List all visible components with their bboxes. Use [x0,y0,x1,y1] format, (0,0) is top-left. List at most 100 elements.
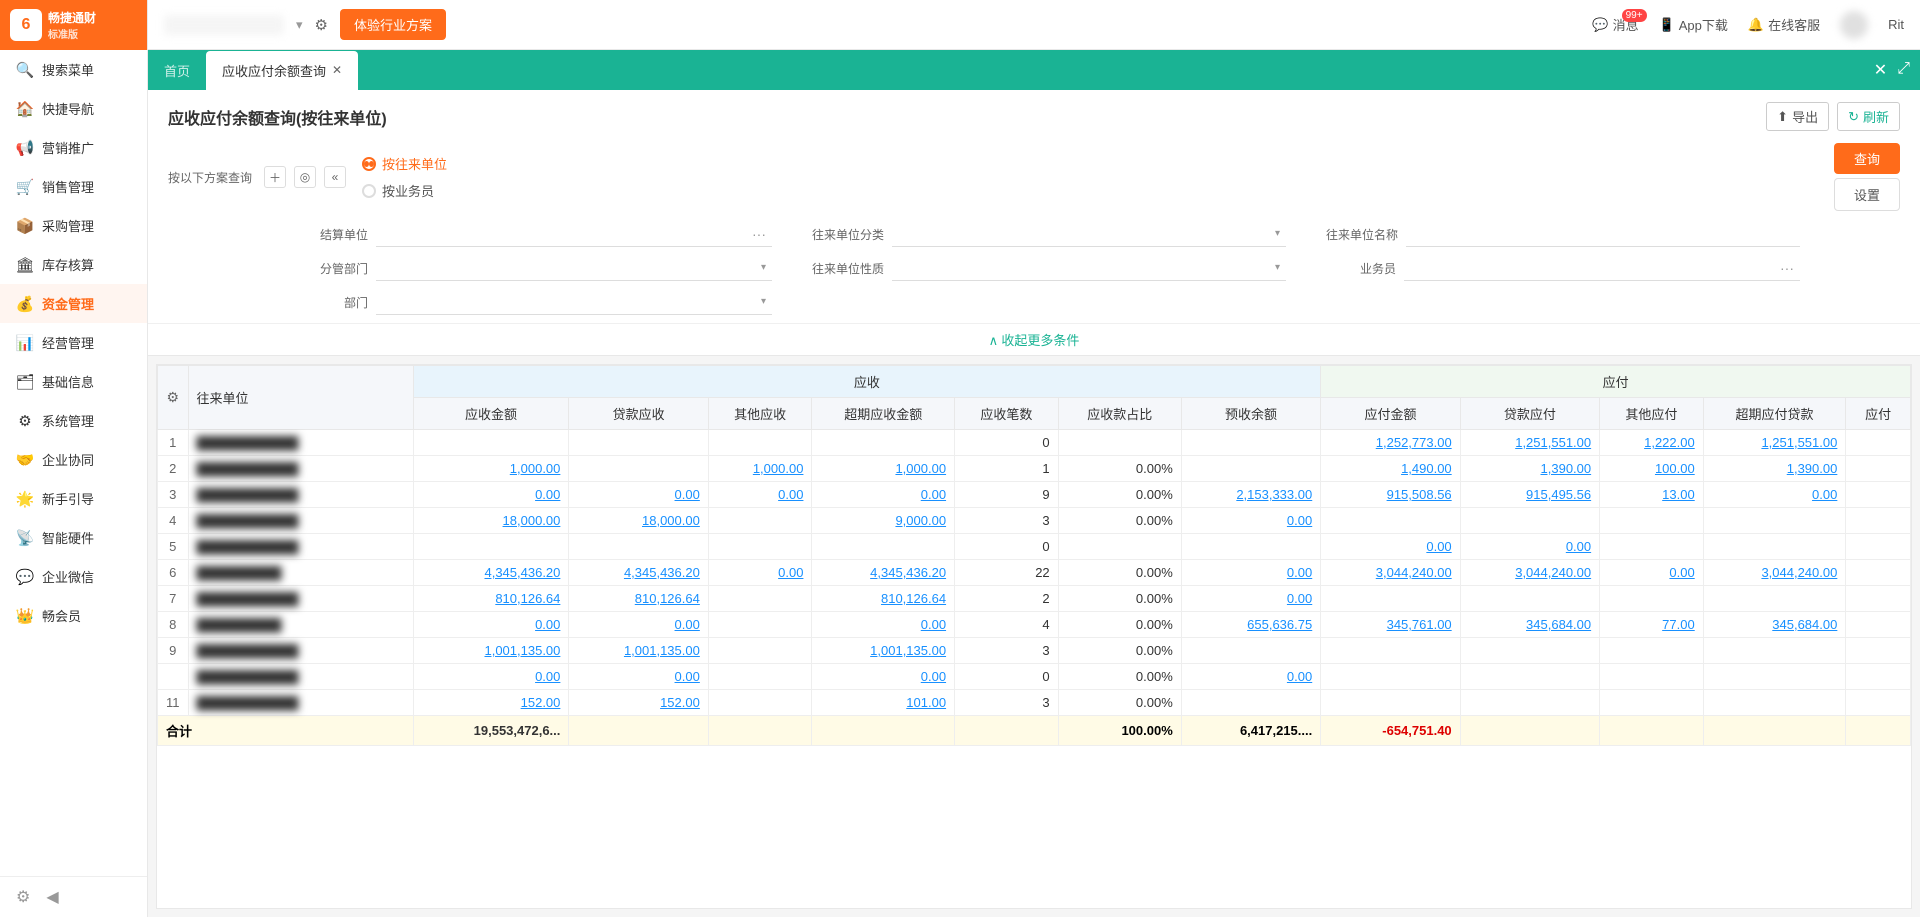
cell-ar_overdue[interactable]: 0.00 [812,664,955,690]
tab-home[interactable]: 首页 [148,51,206,90]
cell-ap_overdue[interactable]: 0.00 [1703,482,1846,508]
sidebar-item-wechat[interactable]: 💬企业微信 [0,557,147,596]
cell-ar_overdue[interactable]: 1,001,135.00 [812,638,955,664]
sidebar-item-enterprise[interactable]: 🤝企业协同 [0,440,147,479]
cell-ar_loan[interactable]: 810,126.64 [569,586,708,612]
table-scroll[interactable]: ⚙ 往来单位 应收 应付 应收金额 贷款应收 其他应收 超期应收金额 应收笔数 … [157,365,1911,908]
cell-ar_loan[interactable]: 0.00 [569,482,708,508]
setting-button[interactable]: 设置 [1834,178,1900,211]
cell-ar_overdue[interactable]: 9,000.00 [812,508,955,534]
online-service-item[interactable]: 🔔 在线客服 [1748,15,1820,34]
cell-ar_amount[interactable]: 18,000.00 [413,508,569,534]
cell-ar_overdue[interactable]: 101.00 [812,690,955,716]
cell-ar_amount[interactable]: 4,345,436.20 [413,560,569,586]
cell-ar_loan[interactable]: 18,000.00 [569,508,708,534]
cell-ap_loan[interactable]: 3,044,240.00 [1460,560,1599,586]
sidebar-item-system[interactable]: ⚙系统管理 [0,401,147,440]
query-button[interactable]: 查询 [1834,143,1900,174]
cell-ar_loan[interactable]: 1,001,135.00 [569,638,708,664]
cell-ar_amount[interactable]: 0.00 [413,482,569,508]
cell-ar_amount[interactable]: 0.00 [413,664,569,690]
cell-ap_overdue[interactable]: 1,251,551.00 [1703,430,1846,456]
staff-input[interactable]: ··· [1404,255,1800,281]
cell-ar_loan[interactable]: 0.00 [569,664,708,690]
cell-ar_overdue[interactable]: 0.00 [812,482,955,508]
cell-ap_other[interactable]: 77.00 [1600,612,1704,638]
cell-ar_overdue[interactable]: 4,345,436.20 [812,560,955,586]
cell-ar_other[interactable]: 0.00 [708,560,812,586]
sidebar-item-finance[interactable]: 💰资金管理 [0,284,147,323]
target-filter-btn[interactable]: ◎ [294,166,316,188]
sidebar-item-hardware[interactable]: 📡智能硬件 [0,518,147,557]
cell-ap_loan[interactable]: 1,390.00 [1460,456,1599,482]
cell-ar_advance[interactable]: 0.00 [1181,560,1320,586]
settlement-input[interactable]: ··· [376,221,772,247]
cell-ap_loan[interactable]: 915,495.56 [1460,482,1599,508]
sidebar-collapse-icon[interactable]: ◀ [46,887,58,907]
company-dropdown-arrow[interactable]: ▾ [296,17,303,33]
dept-input[interactable]: ▾ [376,255,772,281]
cell-ap_amount[interactable]: 345,761.00 [1321,612,1460,638]
cell-ar_advance[interactable]: 2,153,333.00 [1181,482,1320,508]
add-filter-btn[interactable]: ＋ [264,166,286,188]
cell-ap_other[interactable]: 0.00 [1600,560,1704,586]
tab-close-all-icon[interactable]: ✕ [1874,60,1887,80]
unit-nature-input[interactable]: ▾ [892,255,1286,281]
unit-type-input[interactable]: ▾ [892,221,1286,247]
collapse-filter-btn[interactable]: « [324,166,346,188]
tab-balance[interactable]: 应收应付余额查询 ✕ [206,51,358,90]
cell-ap_loan[interactable]: 345,684.00 [1460,612,1599,638]
th-gear[interactable]: ⚙ [158,366,189,430]
cell-ar_loan[interactable]: 4,345,436.20 [569,560,708,586]
cell-ap_loan[interactable]: 0.00 [1460,534,1599,560]
sidebar-item-basic[interactable]: 🗂基础信息 [0,362,147,401]
cell-ar_amount[interactable]: 0.00 [413,612,569,638]
cell-ar_other[interactable]: 0.00 [708,482,812,508]
cell-ap_amount[interactable]: 1,490.00 [1321,456,1460,482]
cell-ap_other[interactable]: 100.00 [1600,456,1704,482]
sidebar-item-search[interactable]: 🔍搜索菜单 [0,50,147,89]
sidebar-item-marketing[interactable]: 📢营销推广 [0,128,147,167]
cell-ap_overdue[interactable]: 345,684.00 [1703,612,1846,638]
sidebar-item-quicknav[interactable]: 🏠快捷导航 [0,89,147,128]
filter-option-by-staff[interactable]: 按业务员 [362,179,447,202]
cell-ar_advance[interactable]: 0.00 [1181,508,1320,534]
unit-name-input[interactable] [1406,221,1800,247]
cell-ap_amount[interactable]: 0.00 [1321,534,1460,560]
collapse-more-btn[interactable]: ∧ 收起更多条件 [148,323,1920,355]
cell-ap_amount[interactable]: 1,252,773.00 [1321,430,1460,456]
sidebar-item-guide[interactable]: 🌟新手引导 [0,479,147,518]
cell-ar_loan[interactable]: 152.00 [569,690,708,716]
cell-ar_amount[interactable]: 152.00 [413,690,569,716]
cell-ar_amount[interactable]: 1,000.00 [413,456,569,482]
cell-ar_overdue[interactable]: 0.00 [812,612,955,638]
cell-ap_amount[interactable]: 3,044,240.00 [1321,560,1460,586]
cell-ap_loan[interactable]: 1,251,551.00 [1460,430,1599,456]
cell-ar_amount[interactable]: 1,001,135.00 [413,638,569,664]
export-button[interactable]: ⬆ 导出 [1766,102,1829,131]
cell-ar_amount[interactable]: 810,126.64 [413,586,569,612]
sidebar-item-member[interactable]: 👑畅会员 [0,596,147,635]
cell-ap_overdue[interactable]: 1,390.00 [1703,456,1846,482]
tab-close-icon[interactable]: ✕ [332,63,342,77]
notification-item[interactable]: 💬 消息 99+ [1592,15,1638,34]
cell-ar_advance[interactable]: 655,636.75 [1181,612,1320,638]
cell-ar_loan[interactable]: 0.00 [569,612,708,638]
cell-ap_amount[interactable]: 915,508.56 [1321,482,1460,508]
sidebar-item-purchase[interactable]: 📦采购管理 [0,206,147,245]
cell-ar_overdue[interactable]: 1,000.00 [812,456,955,482]
table-settings-icon[interactable]: ⚙ [166,389,179,405]
cell-ar_other[interactable]: 1,000.00 [708,456,812,482]
department-input[interactable]: ▾ [376,289,772,315]
sidebar-item-sales[interactable]: 🛒销售管理 [0,167,147,206]
refresh-button[interactable]: ↻ 刷新 [1837,102,1900,131]
sidebar-item-operation[interactable]: 📊经营管理 [0,323,147,362]
settings-gear-icon[interactable]: ⚙ [315,16,328,34]
trial-button[interactable]: 体验行业方案 [340,9,446,40]
filter-option-by-unit[interactable]: 按往来单位 [362,152,447,175]
cell-ar_advance[interactable]: 0.00 [1181,586,1320,612]
app-download-item[interactable]: 📱 App下载 [1659,15,1728,34]
cell-ar_advance[interactable]: 0.00 [1181,664,1320,690]
cell-ar_overdue[interactable]: 810,126.64 [812,586,955,612]
tab-expand-icon[interactable]: ⤢ [1897,60,1910,80]
